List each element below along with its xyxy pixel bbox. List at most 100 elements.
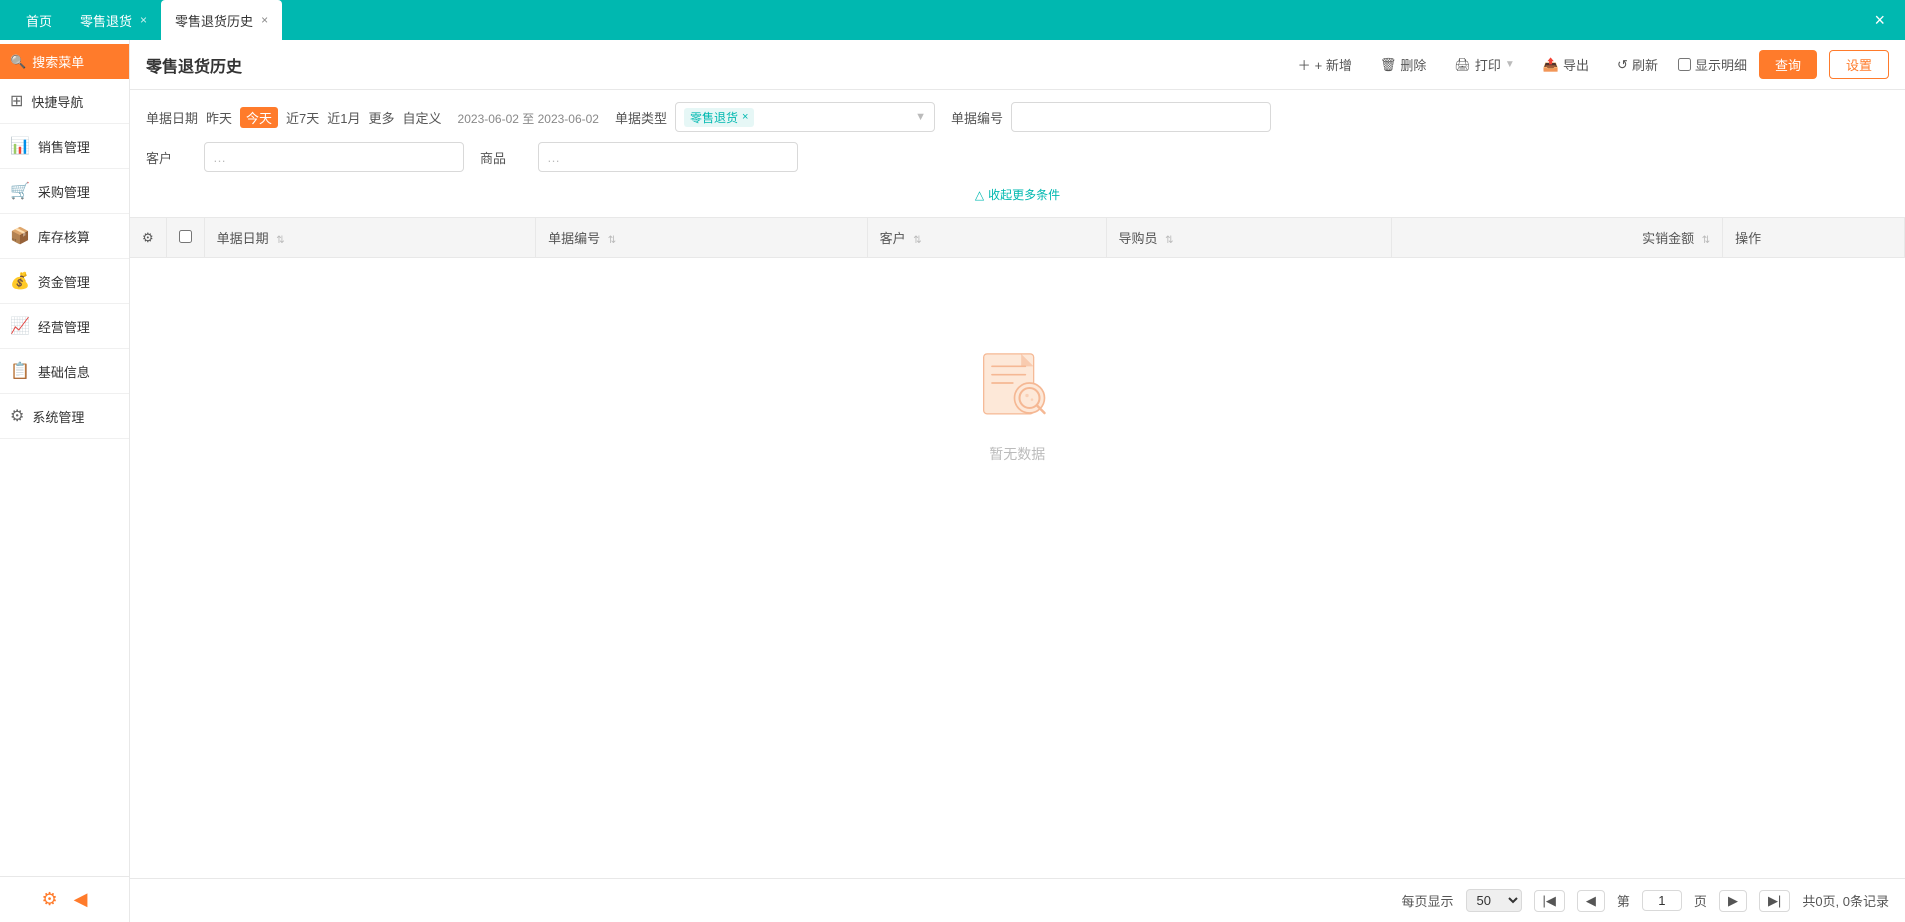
pagination-bar: 每页显示 50 100 200 |◀ ◀ 第 页 ▶ ▶| 共0页, 0条记录 (130, 878, 1905, 922)
tab-return-history-close[interactable]: × (261, 13, 268, 27)
refresh-button[interactable]: ↺ 刷新 (1609, 51, 1666, 78)
print-dropdown-icon: ▼ (1505, 59, 1515, 70)
settings-bottom-icon[interactable]: ⚙ (42, 889, 58, 910)
main-layout: 🔍 搜索菜单 ⊞ 快捷导航 📊 销售管理 🛒 采购管理 📦 库存核算 💰 资金管… (0, 40, 1905, 922)
number-filter-label: 单据编号 (951, 108, 1003, 127)
th-date-label: 单据日期 (217, 231, 269, 246)
tab-return[interactable]: 零售退货 × (66, 0, 161, 40)
tab-home[interactable]: 首页 (12, 0, 66, 40)
basic-info-icon: 📋 (10, 361, 30, 381)
collapse-up-icon: △ (975, 188, 984, 202)
customer-input[interactable]: … (204, 142, 464, 172)
th-checkbox[interactable] (166, 218, 204, 258)
today-shortcut[interactable]: 今天 (240, 107, 278, 128)
tab-return-close[interactable]: × (140, 13, 147, 27)
sidebar-item-purchase[interactable]: 🛒 采购管理 (0, 169, 129, 214)
more-shortcut[interactable]: 更多 (369, 108, 395, 127)
sidebar-item-label: 库存核算 (38, 227, 90, 246)
setting-button[interactable]: 设置 (1829, 50, 1889, 79)
next-page-button[interactable]: ▶ (1719, 890, 1747, 912)
th-customer[interactable]: 客户 ⇅ (867, 218, 1106, 258)
top-nav: 首页 零售退货 × 零售退货历史 × × (0, 0, 1905, 40)
number-input[interactable] (1011, 102, 1271, 132)
per-page-label: 每页显示 (1402, 891, 1454, 910)
toolbar: ＋ + 新增 🗑 删除 🖨 打印 ▼ 📤 导出 ↺ (1290, 50, 1889, 79)
goods-input[interactable]: … (538, 142, 798, 172)
sidebar-item-system[interactable]: ⚙ 系统管理 (0, 394, 129, 439)
date-sort-icon: ⇅ (276, 235, 284, 246)
export-button[interactable]: 📤 导出 (1535, 51, 1597, 78)
sidebar-search-label: 搜索菜单 (32, 52, 84, 71)
th-guide-label: 导购员 (1119, 231, 1158, 246)
sidebar-item-sales[interactable]: 📊 销售管理 (0, 124, 129, 169)
sidebar-item-shortcuts[interactable]: ⊞ 快捷导航 (0, 79, 129, 124)
empty-row: 暂无数据 (130, 258, 1905, 545)
empty-text: 暂无数据 (989, 444, 1045, 464)
th-guide[interactable]: 导购员 ⇅ (1106, 218, 1391, 258)
tab-return-history[interactable]: 零售退货历史 × (161, 0, 282, 40)
sidebar-search[interactable]: 🔍 搜索菜单 (0, 44, 129, 79)
show-detail-label: 显示明细 (1695, 55, 1747, 74)
customer-placeholder: … (213, 150, 226, 165)
th-customer-label: 客户 (880, 231, 906, 246)
data-table: ⚙ 单据日期 ⇅ 单据编号 ⇅ (130, 218, 1905, 544)
th-amount[interactable]: 实销金额 ⇅ (1391, 218, 1723, 258)
date-shortcuts: 昨天 今天 近7天 近1月 更多 自定义 (206, 107, 442, 128)
7days-shortcut[interactable]: 近7天 (286, 108, 319, 127)
export-label: 导出 (1563, 55, 1589, 74)
type-tag-text: 零售退货 (690, 109, 738, 126)
page-number-input[interactable] (1642, 890, 1682, 911)
th-number-label: 单据编号 (548, 231, 600, 246)
print-icon: 🖨 (1454, 57, 1471, 73)
type-tag-remove[interactable]: × (742, 111, 748, 123)
amount-sort-icon: ⇅ (1702, 235, 1710, 246)
customer-filter: 客户 … (146, 142, 464, 172)
content-area: 零售退货历史 ＋ + 新增 🗑 删除 🖨 打印 ▼ 📤 导出 (130, 40, 1905, 922)
show-detail-input[interactable] (1678, 58, 1691, 71)
1month-shortcut[interactable]: 近1月 (327, 108, 360, 127)
th-number[interactable]: 单据编号 ⇅ (536, 218, 868, 258)
yesterday-shortcut[interactable]: 昨天 (206, 108, 232, 127)
delete-button[interactable]: 🗑 删除 (1372, 51, 1435, 78)
date-filter: 单据日期 昨天 今天 近7天 近1月 更多 自定义 (146, 107, 442, 128)
type-tag: 零售退货 × (684, 108, 754, 127)
sidebar-item-label: 采购管理 (38, 182, 90, 201)
last-page-button[interactable]: ▶| (1759, 890, 1790, 912)
print-button[interactable]: 🖨 打印 ▼ (1446, 51, 1522, 78)
query-button[interactable]: 查询 (1759, 50, 1817, 79)
column-settings-icon[interactable]: ⚙ (142, 230, 154, 245)
date-filter-label: 单据日期 (146, 108, 198, 127)
sidebar: 🔍 搜索菜单 ⊞ 快捷导航 📊 销售管理 🛒 采购管理 📦 库存核算 💰 资金管… (0, 40, 130, 922)
empty-state: 暂无数据 (130, 258, 1905, 544)
th-operation-label: 操作 (1735, 231, 1761, 246)
sidebar-item-inventory[interactable]: 📦 库存核算 (0, 214, 129, 259)
type-select[interactable]: 零售退货 × ▼ (675, 102, 935, 132)
sidebar-item-operations[interactable]: 📈 经营管理 (0, 304, 129, 349)
inventory-icon: 📦 (10, 226, 30, 246)
select-all-checkbox[interactable] (179, 230, 192, 243)
window-close-button[interactable]: × (1866, 10, 1893, 31)
print-label: 打印 (1475, 55, 1501, 74)
sidebar-item-basic-info[interactable]: 📋 基础信息 (0, 349, 129, 394)
th-date[interactable]: 单据日期 ⇅ (204, 218, 536, 258)
collapse-bar[interactable]: △ 收起更多条件 (146, 182, 1889, 211)
prev-page-button[interactable]: ◀ (1577, 890, 1605, 912)
refresh-label: 刷新 (1632, 55, 1658, 74)
search-icon: 🔍 (10, 54, 26, 70)
page-header: 零售退货历史 ＋ + 新增 🗑 删除 🖨 打印 ▼ 📤 导出 (130, 40, 1905, 90)
page-unit-label: 页 (1694, 891, 1707, 910)
refresh-icon: ↺ (1617, 57, 1628, 73)
page-label: 第 (1617, 891, 1630, 910)
goods-filter: 商品 … (480, 142, 798, 172)
th-settings[interactable]: ⚙ (130, 218, 166, 258)
show-detail-checkbox[interactable]: 显示明细 (1678, 55, 1747, 74)
new-button[interactable]: ＋ + 新增 (1290, 51, 1360, 78)
guide-sort-icon: ⇅ (1165, 235, 1173, 246)
custom-shortcut[interactable]: 自定义 (403, 108, 442, 127)
per-page-select[interactable]: 50 100 200 (1466, 889, 1522, 912)
collapse-sidebar-icon[interactable]: ◀ (74, 889, 88, 910)
sidebar-item-finance[interactable]: 💰 资金管理 (0, 259, 129, 304)
shortcuts-icon: ⊞ (10, 91, 23, 111)
first-page-button[interactable]: |◀ (1534, 890, 1565, 912)
finance-icon: 💰 (10, 271, 30, 291)
